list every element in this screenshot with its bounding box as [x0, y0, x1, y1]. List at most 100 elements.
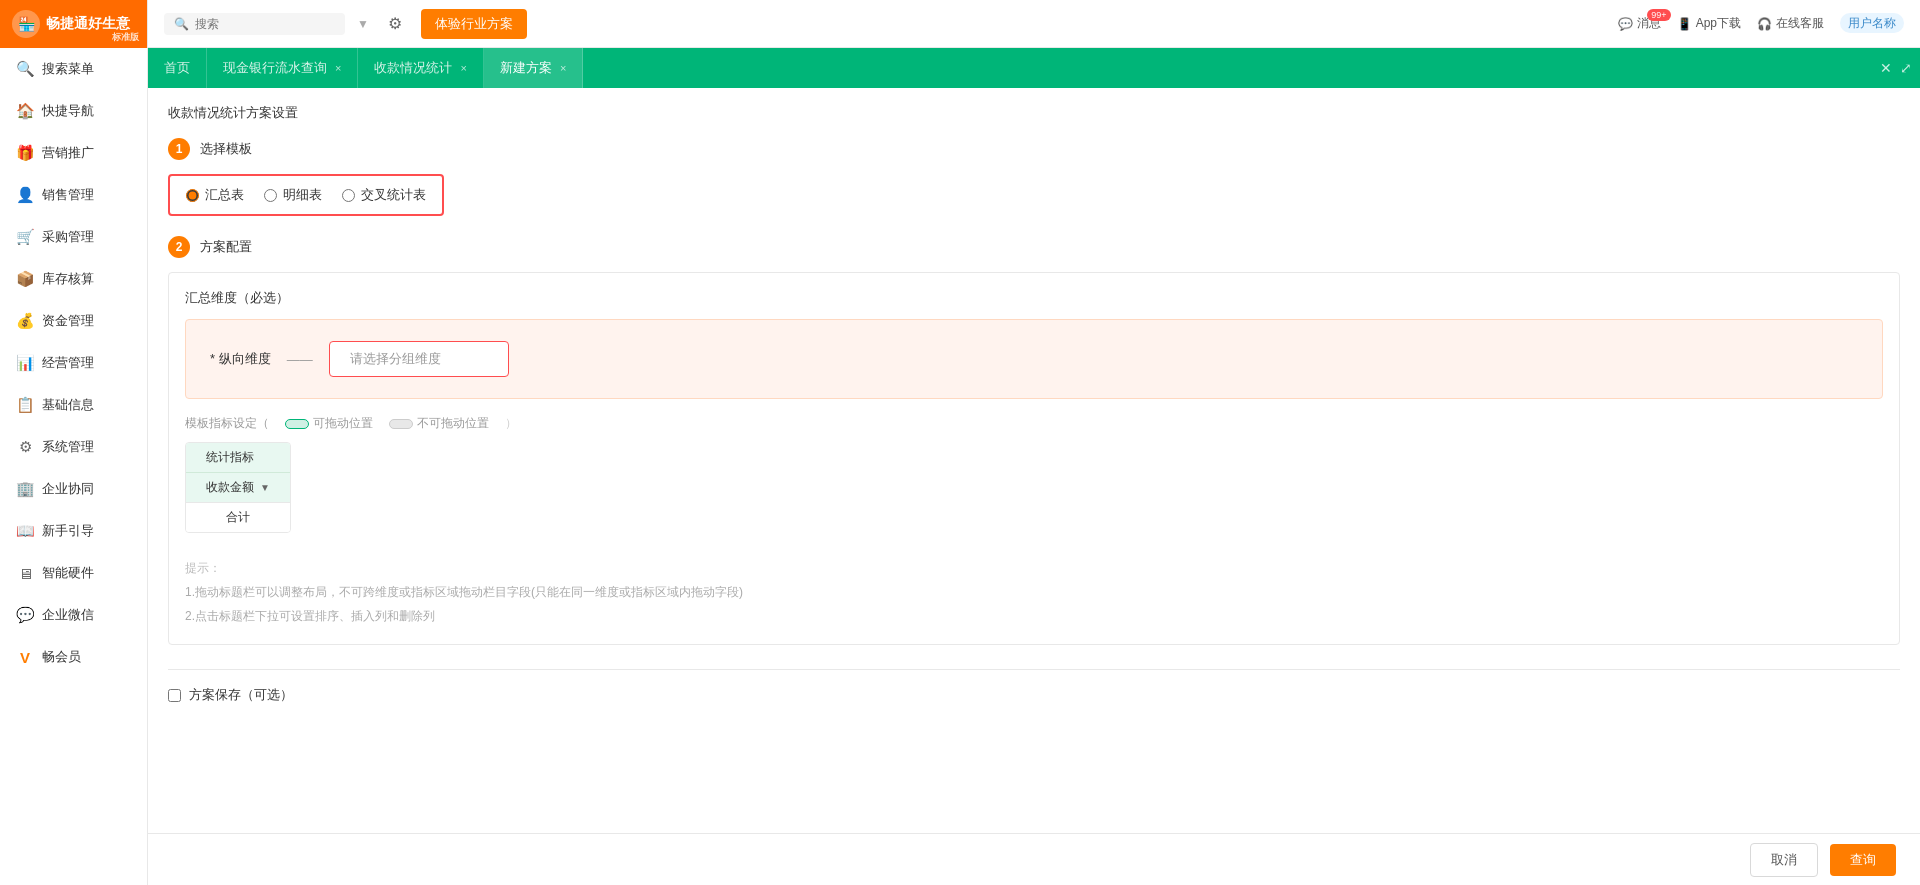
tab-home-label: 首页 — [164, 59, 190, 77]
sidebar-item-basic-info[interactable]: 📋 基础信息 — [0, 384, 147, 426]
radio-detail-label[interactable]: 明细表 — [283, 186, 322, 204]
tab-receipt-stats[interactable]: 收款情况统计 × — [358, 48, 483, 88]
step1-header: 1 选择模板 — [168, 138, 1900, 160]
settings-icon[interactable]: ⚙ — [381, 10, 409, 38]
hint-non-drag: 不可拖动位置 — [389, 415, 489, 432]
sidebar-item-label: 资金管理 — [42, 312, 94, 330]
step2-number: 2 — [168, 236, 190, 258]
sidebar-item-smart-hw[interactable]: 🖥 智能硬件 — [0, 552, 147, 594]
sidebar-logo: 🏪 畅捷通好生意 标准版 — [0, 0, 147, 48]
tab-home[interactable]: 首页 — [148, 48, 207, 88]
config-section: 汇总维度（必选） * 纵向维度 —— 请选择分组维度 模 — [168, 272, 1900, 645]
query-button[interactable]: 查询 — [1830, 844, 1896, 876]
tips-title: 提示： — [185, 561, 221, 575]
step2-title: 方案配置 — [200, 238, 252, 256]
maximize-window-icon[interactable]: ⤢ — [1900, 60, 1912, 76]
download-label: App下载 — [1696, 15, 1741, 32]
dimension-select[interactable]: 请选择分组维度 — [329, 341, 509, 377]
tab-cashflow[interactable]: 现金银行流水查询 × — [207, 48, 358, 88]
dimension-select-placeholder: 请选择分组维度 — [350, 351, 441, 366]
sidebar-item-marketing[interactable]: 🎁 营销推广 — [0, 132, 147, 174]
sidebar-item-purchase[interactable]: 🛒 采购管理 — [0, 216, 147, 258]
tab-new-plan-close[interactable]: × — [560, 62, 566, 74]
sidebar-item-label: 经营管理 — [42, 354, 94, 372]
sidebar-item-operations[interactable]: 📊 经营管理 — [0, 342, 147, 384]
system-icon: ⚙ — [16, 438, 34, 456]
chevron-down-icon: ▼ — [260, 482, 270, 493]
sidebar-item-label: 畅会员 — [42, 648, 81, 666]
content-inner: 收款情况统计方案设置 1 选择模板 汇总表 明细表 — [148, 88, 1920, 833]
notification-badge: 99+ — [1647, 9, 1670, 21]
sidebar-menu: 🔍 搜索菜单 🏠 快捷导航 🎁 营销推广 👤 销售管理 🛒 采购管理 📦 库存核… — [0, 48, 147, 885]
cancel-button[interactable]: 取消 — [1750, 843, 1818, 877]
download-action[interactable]: 📱 App下载 — [1677, 15, 1741, 32]
close-window-icon[interactable]: ✕ — [1880, 60, 1892, 76]
sidebar-item-label: 企业协同 — [42, 480, 94, 498]
user-avatar[interactable]: 用户名称 — [1840, 15, 1904, 32]
step1-section: 1 选择模板 汇总表 明细表 — [168, 138, 1900, 216]
dimension-area: * 纵向维度 —— 请选择分组维度 — [185, 319, 1883, 399]
sidebar-item-label: 采购管理 — [42, 228, 94, 246]
support-action[interactable]: 🎧 在线客服 — [1757, 15, 1824, 32]
sidebar-item-system[interactable]: ⚙ 系统管理 — [0, 426, 147, 468]
sidebar-item-label: 销售管理 — [42, 186, 94, 204]
save-label[interactable]: 方案保存（可选） — [189, 686, 293, 704]
operations-icon: 📊 — [16, 354, 34, 372]
sidebar-item-search-menu[interactable]: 🔍 搜索菜单 — [0, 48, 147, 90]
sidebar-item-enterprise[interactable]: 🏢 企业协同 — [0, 468, 147, 510]
sidebar-item-label: 快捷导航 — [42, 102, 94, 120]
save-checkbox[interactable] — [168, 689, 181, 702]
guide-icon: 📖 — [16, 522, 34, 540]
radio-summary-label[interactable]: 汇总表 — [205, 186, 244, 204]
finance-icon: 💰 — [16, 312, 34, 330]
radio-summary-input[interactable] — [186, 189, 199, 202]
quick-nav-icon: 🏠 — [16, 102, 34, 120]
sidebar-item-member[interactable]: V 畅会员 — [0, 636, 147, 678]
stats-col-label: 收款金额 — [206, 479, 254, 496]
message-icon: 💬 — [1618, 17, 1633, 31]
sidebar-item-guide[interactable]: 📖 新手引导 — [0, 510, 147, 552]
message-action[interactable]: 💬 消息 99+ — [1618, 15, 1661, 32]
radio-cross-label[interactable]: 交叉统计表 — [361, 186, 426, 204]
marketing-icon: 🎁 — [16, 144, 34, 162]
sidebar-item-sales[interactable]: 👤 销售管理 — [0, 174, 147, 216]
search-box[interactable]: 🔍 — [164, 13, 345, 35]
sidebar-item-label: 基础信息 — [42, 396, 94, 414]
non-drag-dot — [389, 419, 413, 429]
tab-receipt-stats-label: 收款情况统计 — [374, 59, 452, 77]
hint-draggable-label: 可拖动位置 — [313, 415, 373, 432]
radio-cross[interactable]: 交叉统计表 — [342, 186, 426, 204]
sidebar-item-finance[interactable]: 💰 资金管理 — [0, 300, 147, 342]
content-area: 收款情况统计方案设置 1 选择模板 汇总表 明细表 — [148, 88, 1920, 833]
sidebar-item-quick-nav[interactable]: 🏠 快捷导航 — [0, 90, 147, 132]
radio-detail-input[interactable] — [264, 189, 277, 202]
search-input[interactable] — [195, 17, 335, 31]
radio-summary[interactable]: 汇总表 — [186, 186, 244, 204]
sales-icon: 👤 — [16, 186, 34, 204]
sidebar-item-label: 系统管理 — [42, 438, 94, 456]
logo-badge: 标准版 — [112, 31, 139, 44]
step2-section: 2 方案配置 汇总维度（必选） * 纵向维度 —— 请选择分组维度 — [168, 236, 1900, 645]
hint-non-drag-label: 不可拖动位置 — [417, 415, 489, 432]
tab-receipt-stats-close[interactable]: × — [460, 62, 466, 74]
save-section: 方案保存（可选） — [168, 669, 1900, 704]
radio-cross-input[interactable] — [342, 189, 355, 202]
sidebar-item-label: 库存核算 — [42, 270, 94, 288]
step1-title: 选择模板 — [200, 140, 252, 158]
stats-col-header[interactable]: 收款金额 ▼ — [186, 473, 290, 502]
draggable-dot — [285, 419, 309, 429]
page-title: 收款情况统计方案设置 — [168, 104, 1900, 122]
metrics-hint-close: ） — [505, 415, 517, 432]
sidebar-item-inventory[interactable]: 📦 库存核算 — [0, 258, 147, 300]
basic-info-icon: 📋 — [16, 396, 34, 414]
industry-btn[interactable]: 体验行业方案 — [421, 9, 527, 39]
dropdown-arrow-icon[interactable]: ▼ — [357, 17, 369, 31]
sidebar-item-wechat[interactable]: 💬 企业微信 — [0, 594, 147, 636]
phone-icon: 📱 — [1677, 17, 1692, 31]
radio-detail[interactable]: 明细表 — [264, 186, 322, 204]
stats-cell-total: 合计 — [186, 502, 290, 532]
tab-new-plan[interactable]: 新建方案 × — [484, 48, 583, 88]
sidebar-item-label: 企业微信 — [42, 606, 94, 624]
tab-cashflow-label: 现金银行流水查询 — [223, 59, 327, 77]
tab-cashflow-close[interactable]: × — [335, 62, 341, 74]
